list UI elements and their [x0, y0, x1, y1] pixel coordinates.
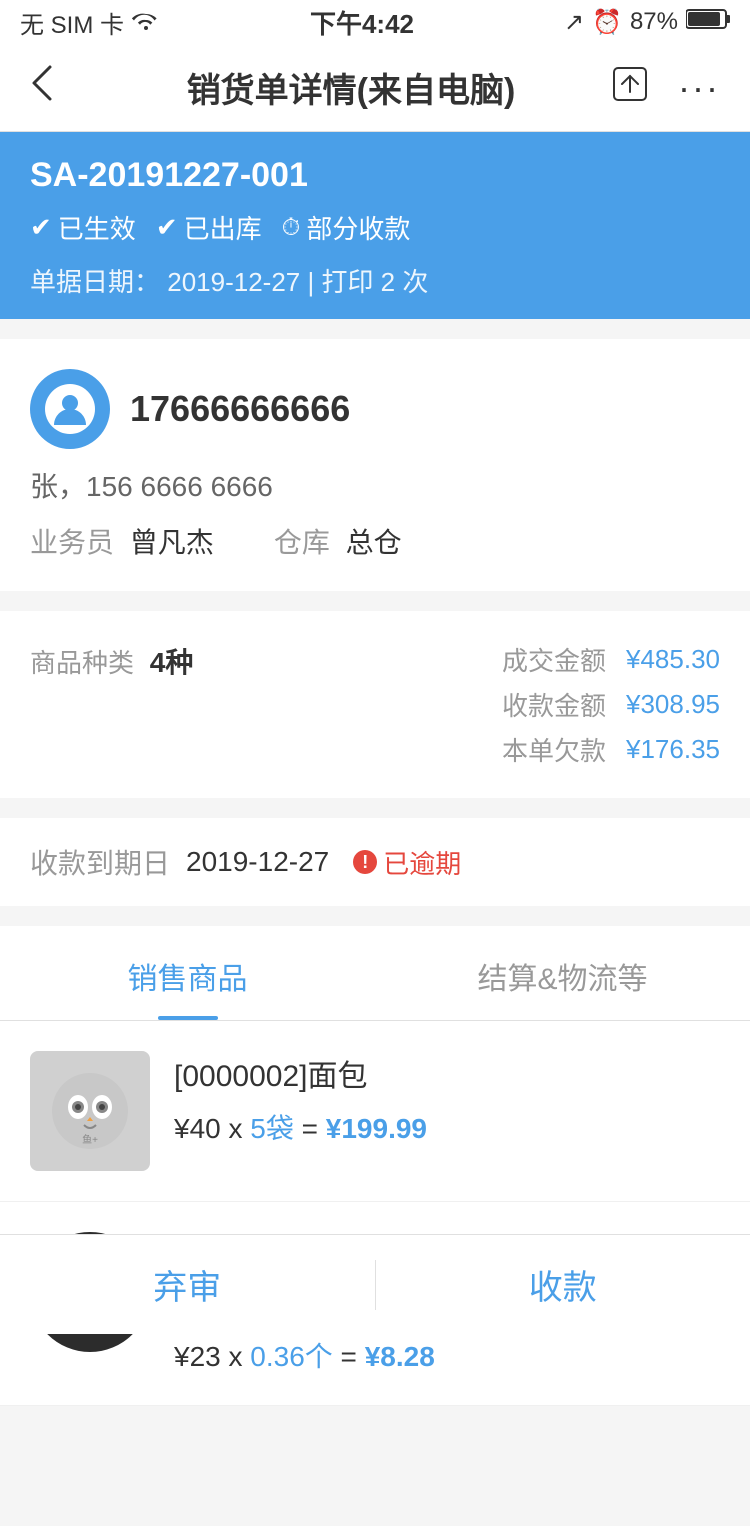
tab-sales-products[interactable]: 销售商品: [0, 926, 375, 1020]
wifi-icon: [132, 8, 160, 37]
tab-settlement[interactable]: 结算&物流等: [375, 926, 750, 1020]
product-price: ¥40 x 5袋 = ¥199.99: [174, 1107, 720, 1147]
summary-left: 商品种类 4种: [30, 641, 193, 681]
product-price: ¥23 x 0.36个 = ¥8.28: [174, 1335, 720, 1375]
order-date: 单据日期： 2019-12-27 | 打印 2 次: [30, 262, 720, 299]
nav-actions: ···: [612, 66, 720, 109]
badge-partial: ⏱ 部分收款: [282, 209, 411, 246]
nav-bar: 销货单详情(来自电脑) ···: [0, 44, 750, 132]
order-header: SA-20191227-001 ✔ 已生效 ✔ 已出库 ⏱ 部分收款 单据日期：…: [0, 132, 750, 319]
signal-text: 无 SIM 卡: [20, 5, 124, 40]
due-date-section: 收款到期日 2019-12-27 ! 已逾期: [0, 818, 750, 906]
page-title: 销货单详情(来自电脑): [90, 63, 612, 112]
summary-section: 商品种类 4种 成交金额 ¥485.30 收款金额 ¥308.95 本单欠款 ¥…: [0, 611, 750, 798]
tabs-section: 销售商品 结算&物流等: [0, 926, 750, 1021]
battery-icon: [686, 8, 730, 37]
svg-text:鱼+: 鱼+: [82, 1133, 98, 1146]
collect-payment-button[interactable]: 收款: [376, 1240, 750, 1329]
summary-right: 成交金额 ¥485.30 收款金额 ¥308.95 本单欠款 ¥176.35: [502, 641, 720, 768]
status-bar: 无 SIM 卡 下午4:42 ↗ ⏰ 87%: [0, 0, 750, 44]
product-name: [0000002]面包: [174, 1051, 720, 1095]
product-list: 鱼+ [0000002]面包 ¥40 x 5袋 = ¥199.99: [0, 1021, 750, 1406]
badge-shipped: ✔ 已出库: [156, 209, 262, 246]
cancel-review-button[interactable]: 弃审: [0, 1240, 375, 1329]
owed-row: 本单欠款 ¥176.35: [502, 731, 720, 768]
customer-meta: 业务员 曾凡杰 仓库 总仓: [30, 521, 720, 561]
back-button[interactable]: [30, 63, 90, 112]
avatar: [30, 369, 110, 449]
overdue-badge: ! 已逾期: [353, 844, 461, 881]
status-left: 无 SIM 卡: [20, 5, 160, 40]
summary-row: 商品种类 4种 成交金额 ¥485.30 收款金额 ¥308.95 本单欠款 ¥…: [30, 641, 720, 768]
transaction-row: 成交金额 ¥485.30: [502, 641, 720, 678]
order-id: SA-20191227-001: [30, 156, 308, 195]
customer-section: 17666666666 张，156 6666 6666 业务员 曾凡杰 仓库 总…: [0, 339, 750, 591]
product-thumbnail: 鱼+: [30, 1051, 150, 1171]
received-row: 收款金额 ¥308.95: [502, 686, 720, 723]
status-time: 下午4:42: [310, 4, 414, 41]
warehouse-field: 仓库 总仓: [274, 521, 402, 561]
tabs-header: 销售商品 结算&物流等: [0, 926, 750, 1021]
location-icon: ↗: [564, 8, 584, 37]
order-badges: ✔ 已生效 ✔ 已出库 ⏱ 部分收款: [30, 209, 720, 246]
alarm-icon: ⏰: [592, 8, 622, 37]
salesman-field: 业务员 曾凡杰: [30, 521, 214, 561]
battery-text: 87%: [630, 8, 678, 36]
customer-row: 17666666666: [30, 369, 720, 449]
customer-phone: 17666666666: [130, 388, 350, 430]
more-icon[interactable]: ···: [678, 67, 720, 109]
list-item: 鱼+ [0000002]面包 ¥40 x 5袋 = ¥199.99: [0, 1021, 750, 1202]
share-icon[interactable]: [612, 66, 648, 109]
product-info: [0000002]面包 ¥40 x 5袋 = ¥199.99: [174, 1051, 720, 1147]
badge-active: ✔ 已生效: [30, 209, 136, 246]
status-right: ↗ ⏰ 87%: [564, 8, 730, 37]
customer-name: 张，156 6666 6666: [30, 465, 720, 505]
bottom-bar: 弃审 收款: [0, 1234, 750, 1334]
